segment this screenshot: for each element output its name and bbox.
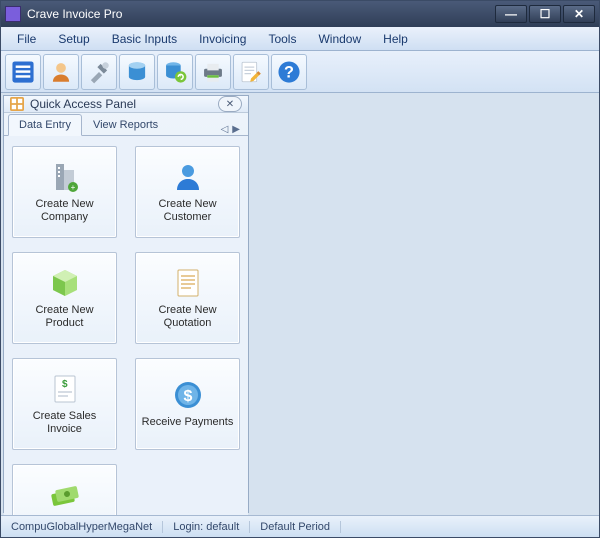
status-period: Default Period (250, 521, 341, 533)
database-refresh-icon (162, 59, 188, 85)
panel-tabs: Data Entry View Reports ◁ ▶ (4, 113, 248, 136)
toolbar-edit-button[interactable] (233, 54, 269, 90)
menu-help[interactable]: Help (373, 29, 418, 49)
dollar-coin-icon: $ (171, 378, 205, 412)
window-controls: — ☐ ✕ (495, 5, 595, 23)
svg-text:$: $ (183, 388, 192, 405)
tile-create-quotation[interactable]: Create New Quotation (135, 252, 240, 344)
quick-access-panel: Quick Access Panel ✕ Data Entry View Rep… (3, 95, 249, 513)
list-icon (10, 59, 36, 85)
tile-create-product[interactable]: Create New Product (12, 252, 117, 344)
help-icon: ? (276, 59, 302, 85)
printer-icon (200, 59, 226, 85)
tools-icon (86, 59, 112, 85)
tile-label: Create New Product (17, 304, 112, 330)
tile-grid: + Create New Company Create New Customer… (4, 136, 248, 515)
user-icon (48, 59, 74, 85)
svg-text:?: ? (284, 63, 294, 81)
tile-create-company[interactable]: + Create New Company (12, 146, 117, 238)
tab-data-entry[interactable]: Data Entry (8, 114, 82, 136)
tile-label: Create New Customer (140, 198, 235, 224)
tab-view-reports[interactable]: View Reports (82, 114, 169, 135)
building-icon: + (48, 160, 82, 194)
menu-basic-inputs[interactable]: Basic Inputs (102, 29, 187, 49)
tile-label: Receive Payments (142, 416, 234, 429)
mdi-client-area (251, 93, 599, 515)
box-icon (48, 266, 82, 300)
tile-create-sales-invoice[interactable]: $ Create Sales Invoice (12, 358, 117, 450)
toolbar: ? (1, 51, 599, 93)
tile-label: Create Sales Invoice (17, 410, 112, 436)
cash-icon (48, 478, 82, 512)
menu-setup[interactable]: Setup (48, 29, 99, 49)
toolbar-help-button[interactable]: ? (271, 54, 307, 90)
menu-bar: File Setup Basic Inputs Invoicing Tools … (1, 27, 599, 51)
svg-text:+: + (70, 183, 75, 192)
tile-label: Create New Quotation (140, 304, 235, 330)
database-icon (124, 59, 150, 85)
tile-label: Create New Company (17, 198, 112, 224)
panel-close-button[interactable]: ✕ (218, 96, 242, 112)
menu-file[interactable]: File (7, 29, 46, 49)
panel-header: Quick Access Panel ✕ (4, 96, 248, 113)
document-icon (171, 266, 205, 300)
toolbar-tools-button[interactable] (81, 54, 117, 90)
tab-scroll-controls: ◁ ▶ (221, 124, 244, 135)
panel-icon (10, 97, 24, 111)
tab-scroll-left[interactable]: ◁ (221, 124, 229, 135)
tile-create-customer[interactable]: Create New Customer (135, 146, 240, 238)
close-button[interactable]: ✕ (563, 5, 595, 23)
window-title: Crave Invoice Pro (27, 7, 495, 21)
maximize-button[interactable]: ☐ (529, 5, 561, 23)
toolbar-list-button[interactable] (5, 54, 41, 90)
tile-advance-settlement[interactable]: Advance Settlement (12, 464, 117, 515)
menu-tools[interactable]: Tools (258, 29, 306, 49)
svg-text:$: $ (62, 379, 68, 390)
toolbar-user-button[interactable] (43, 54, 79, 90)
status-company: CompuGlobalHyperMegaNet (1, 521, 163, 533)
menu-invoicing[interactable]: Invoicing (189, 29, 256, 49)
title-bar[interactable]: Crave Invoice Pro — ☐ ✕ (1, 1, 599, 27)
app-window: Crave Invoice Pro — ☐ ✕ File Setup Basic… (0, 0, 600, 538)
panel-title: Quick Access Panel (30, 97, 218, 111)
toolbar-database-refresh-button[interactable] (157, 54, 193, 90)
person-icon (171, 160, 205, 194)
invoice-icon: $ (48, 372, 82, 406)
toolbar-print-button[interactable] (195, 54, 231, 90)
menu-window[interactable]: Window (308, 29, 371, 49)
tab-scroll-right[interactable]: ▶ (232, 124, 240, 135)
content-area: Quick Access Panel ✕ Data Entry View Rep… (1, 93, 599, 515)
status-bar: CompuGlobalHyperMegaNet Login: default D… (1, 515, 599, 537)
edit-icon (238, 59, 264, 85)
tile-receive-payments[interactable]: $ Receive Payments (135, 358, 240, 450)
toolbar-database-button[interactable] (119, 54, 155, 90)
app-icon (5, 6, 21, 22)
status-login: Login: default (163, 521, 250, 533)
minimize-button[interactable]: — (495, 5, 527, 23)
